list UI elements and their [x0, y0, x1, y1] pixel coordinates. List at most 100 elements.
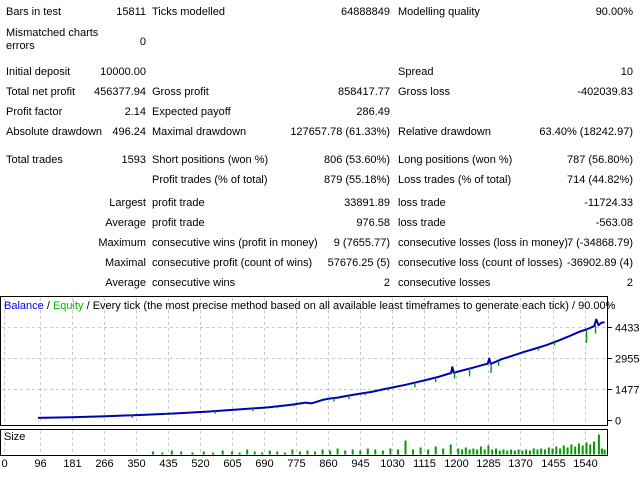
stat-value: 63.40% (18242.97) [539, 126, 633, 138]
y-axis-label: 295547 [615, 354, 640, 366]
size-bar [498, 450, 501, 455]
stat-value: 787 (56.80%) [566, 154, 633, 166]
stat-value: 806 (53.60%) [323, 154, 390, 166]
size-bar [231, 451, 234, 455]
axis-labels: 0 96 181 266 350 435 520 605 690 775 860 945 1030 111… [1, 323, 640, 471]
size-bar [562, 445, 565, 455]
size-bar [404, 440, 407, 455]
size-bar [506, 450, 509, 455]
x-axis-label: 520 [191, 458, 209, 470]
size-bar [374, 449, 377, 455]
grid-lines [2, 298, 606, 454]
stat-label: Average [105, 217, 146, 229]
y-axis-label: 0 [615, 416, 621, 428]
size-bar [600, 448, 603, 455]
y-axis-label: 147774 [615, 385, 640, 397]
size-bar [202, 451, 205, 455]
stat-value: -36902.89 (4) [566, 257, 633, 269]
stat-label: Long positions (won %) [398, 154, 513, 166]
size-bar [389, 448, 392, 455]
size-bar [246, 449, 249, 455]
size-bar [544, 449, 546, 455]
stat-label: Maximum [98, 237, 146, 249]
stat-value: 57676.25 (5) [327, 257, 390, 269]
size-bar [495, 448, 497, 455]
stat-label: Maximal [105, 257, 146, 269]
report-row: Maximal consecutive profit (count of wins… [0, 257, 640, 273]
legend-separator: / [44, 300, 53, 312]
x-axis-label: 1455 [541, 458, 565, 470]
stat-label: Ticks modelled [152, 6, 225, 18]
stat-value: 10 [620, 66, 633, 78]
size-bar [513, 450, 516, 455]
stat-label: profit trade [152, 197, 205, 209]
size-bar [589, 444, 592, 455]
size-bar [191, 452, 194, 455]
size-bar [238, 452, 241, 455]
stat-value: 33891.89 [344, 197, 390, 209]
y-axis-label: 443321 [615, 323, 640, 335]
stat-label: loss trade [398, 197, 446, 209]
size-bar [559, 448, 562, 455]
stat-label: consecutive wins [152, 277, 236, 289]
report-row: Profit factor 2.14 Expected payoff 286.49 [0, 106, 640, 122]
report-row: Mismatched charts errors 0 [0, 27, 640, 61]
balance-line [37, 318, 605, 419]
size-bar [528, 450, 531, 455]
stat-value: 496.24 [112, 126, 146, 138]
size-bar [283, 452, 286, 455]
stat-value: 10000.00 [100, 66, 146, 78]
size-bar [597, 434, 600, 455]
report-row: Total trades 1593 Short positions (won %) 8… [0, 154, 640, 170]
size-bar [532, 448, 535, 455]
report-row: Total net profit 456377.94 Gross profit 858… [0, 86, 640, 102]
size-bar [551, 448, 554, 455]
size-bar [180, 451, 183, 455]
size-bar [291, 449, 294, 455]
size-bar [464, 447, 467, 455]
size-bar [366, 448, 369, 455]
size-bar [461, 449, 464, 455]
size-panel-border [0, 429, 608, 456]
stat-label: Gross profit [152, 86, 209, 98]
legend-equity: Equity [53, 300, 84, 312]
report-row: Profit trades (% of total) 879 (55.18%) Lo… [0, 174, 640, 190]
stat-value: -402039.83 [577, 86, 633, 98]
stat-value: 1593 [121, 154, 146, 166]
x-axis-label: 945 [351, 458, 369, 470]
stat-label: Expected payoff [152, 106, 231, 118]
x-axis-label: 1200 [444, 458, 468, 470]
x-axis-label: 266 [95, 458, 113, 470]
size-bar [487, 445, 490, 455]
size-bar [449, 444, 452, 455]
size-bar [212, 452, 215, 455]
size-bar [397, 449, 399, 455]
size-bar [434, 446, 437, 455]
size-bar [314, 451, 316, 455]
size-bar [161, 452, 164, 455]
size-bar [221, 450, 224, 455]
size-bar [491, 449, 494, 455]
chart-canvas: 0 96 181 266 350 435 520 605 690 775 860 945 1030 111… [0, 296, 640, 471]
stat-value: -11724.33 [584, 197, 633, 209]
legend-method: Every tick (the most precise method base… [93, 300, 616, 312]
stat-label: Relative drawdown [398, 126, 491, 138]
x-axis-label: 0 [1, 458, 7, 470]
stat-value: 64888849 [341, 6, 390, 18]
stat-value: 2 [626, 277, 633, 289]
legend-balance: Balance [4, 300, 44, 312]
size-bar [547, 447, 550, 455]
stat-value: 0 [139, 36, 146, 48]
x-axis-label: 775 [287, 458, 305, 470]
x-axis-label: 1115 [413, 458, 436, 470]
stat-label: Loss trades (% of total) [398, 174, 512, 186]
size-bar [510, 449, 513, 455]
stat-value: 286.49 [356, 106, 390, 118]
stat-label: Gross loss [398, 86, 450, 98]
backtest-report-table: Bars in test 15811 Ticks modelled 64888849 M… [0, 0, 640, 296]
x-axis-label: 435 [159, 458, 177, 470]
size-bar [593, 441, 595, 455]
size-bar [336, 448, 339, 455]
balance-equity-chart: 0 96 181 266 350 435 520 605 690 775 860 945 1030 111… [0, 296, 640, 480]
report-row: Bars in test 15811 Ticks modelled 64888849 M… [0, 6, 640, 22]
